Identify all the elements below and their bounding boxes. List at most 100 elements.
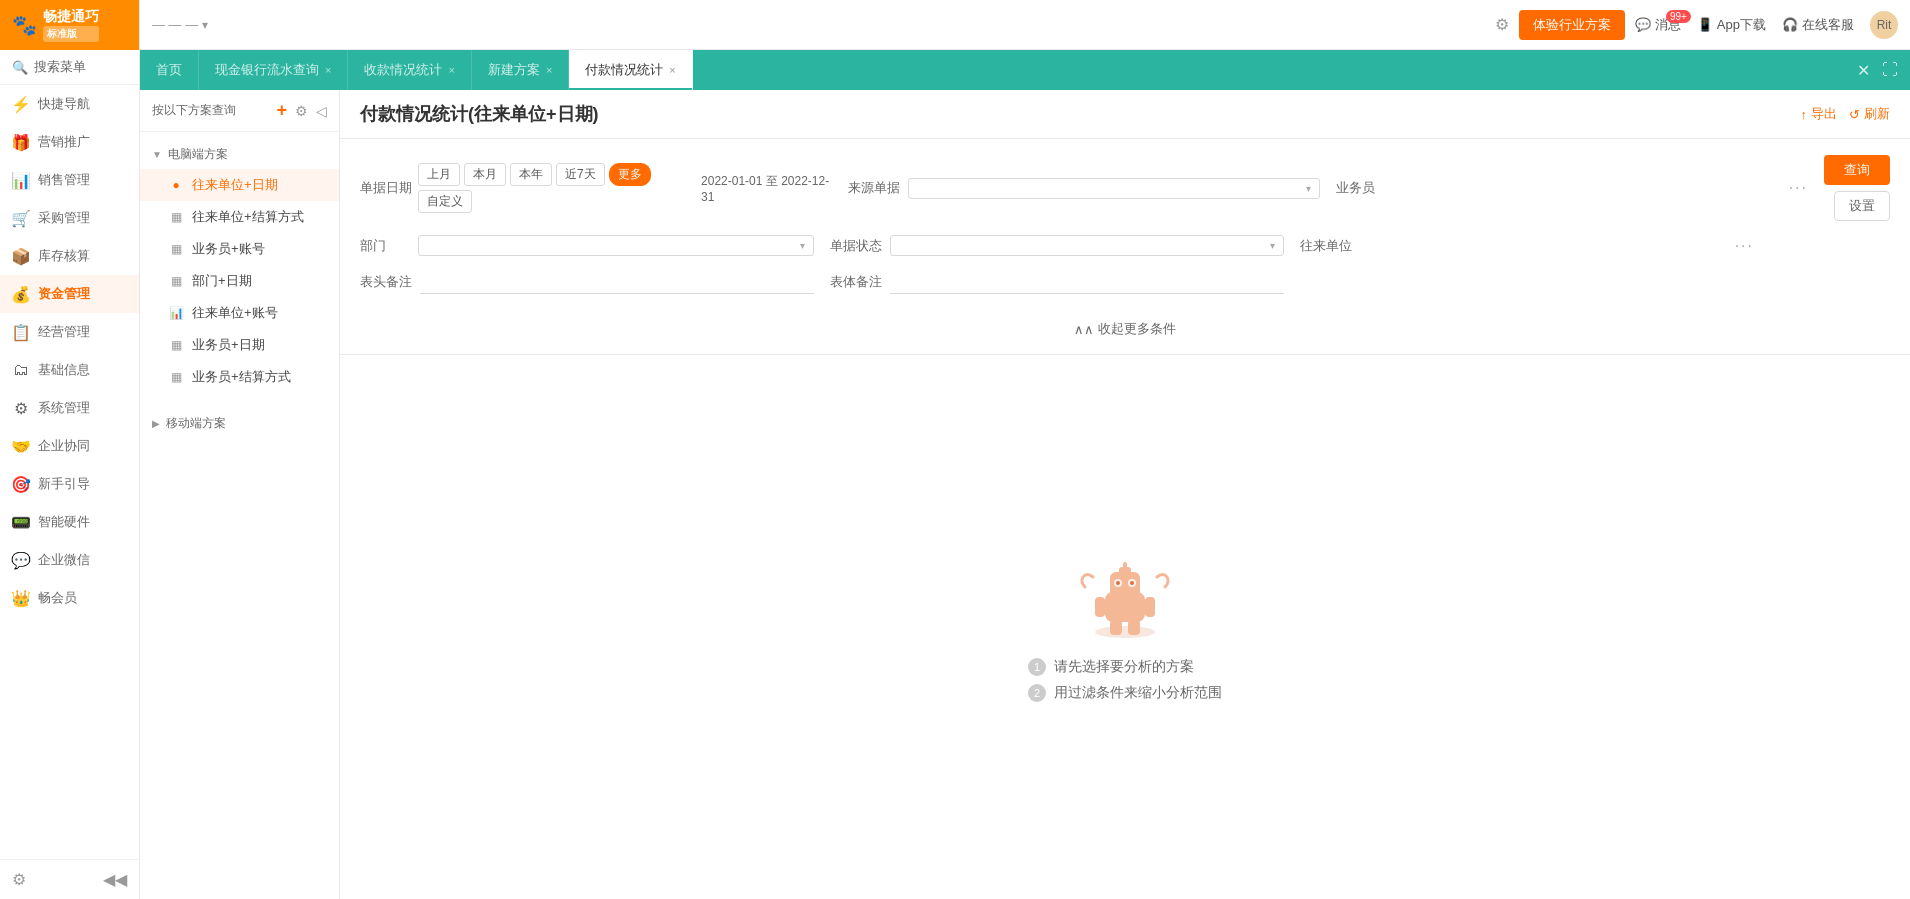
date-btn-this-month[interactable]: 本月 xyxy=(464,163,506,186)
tab-close-all-icon[interactable]: ✕ xyxy=(1857,61,1870,80)
scheme-dept-date[interactable]: ▦ 部门+日期 xyxy=(140,265,339,297)
scheme-collapse-icon[interactable]: ◁ xyxy=(316,103,327,119)
export-icon: ↑ xyxy=(1801,107,1808,122)
tab-new-plan-close[interactable]: × xyxy=(546,64,552,76)
topbar-gear-icon[interactable]: ⚙ xyxy=(1495,15,1509,34)
sidebar-item-basic[interactable]: 🗂 基础信息 xyxy=(0,351,139,389)
online-service-button[interactable]: 🎧 在线客服 xyxy=(1782,16,1854,34)
tab-payment[interactable]: 付款情况统计 × xyxy=(569,50,692,90)
collapse-sidebar-icon[interactable]: ◀◀ xyxy=(103,870,127,889)
desktop-group-arrow: ▼ xyxy=(152,149,162,160)
tab-receivable-label: 收款情况统计 xyxy=(364,61,442,79)
sidebar-item-system[interactable]: ⚙ 系统管理 xyxy=(0,389,139,427)
sidebar-item-label: 畅会员 xyxy=(38,589,77,607)
tab-receivable[interactable]: 收款情况统计 × xyxy=(348,50,471,90)
tab-receivable-close[interactable]: × xyxy=(448,64,454,76)
export-button[interactable]: ↑ 导出 xyxy=(1801,105,1838,123)
collapse-btn-area: ∧∧ 收起更多条件 xyxy=(360,308,1890,338)
tab-new-plan-label: 新建方案 xyxy=(488,61,540,79)
header-note-input[interactable] xyxy=(420,270,814,294)
voucher-select[interactable]: ▾ xyxy=(890,235,1284,256)
main-area: — — — ▾ ⚙ 体验行业方案 💬 消息 99+ 📱 App下载 🎧 在线客服… xyxy=(140,0,1910,899)
message-badge: 99+ xyxy=(1666,10,1691,23)
sidebar-item-hardware[interactable]: 📟 智能硬件 xyxy=(0,503,139,541)
tab-home[interactable]: 首页 xyxy=(140,50,199,90)
mobile-group-toggle[interactable]: ▶ 移动端方案 xyxy=(140,409,339,438)
empty-tip-1-text: 请先选择要分析的方案 xyxy=(1054,658,1194,676)
sidebar-item-finance[interactable]: 💰 资金管理 xyxy=(0,275,139,313)
settings-icon[interactable]: ⚙ xyxy=(12,870,26,889)
message-button[interactable]: 💬 消息 99+ xyxy=(1635,16,1681,34)
tab-bank-flow-close[interactable]: × xyxy=(325,64,331,76)
collapse-filter-button[interactable]: ∧∧ 收起更多条件 xyxy=(1074,320,1176,338)
scheme-settings-icon[interactable]: ⚙ xyxy=(295,103,308,119)
partner-dots-menu[interactable]: ··· xyxy=(1735,237,1754,255)
scheme-partner-date[interactable]: ● 往来单位+日期 xyxy=(140,169,339,201)
scheme-staff-account[interactable]: ▦ 业务员+账号 xyxy=(140,233,339,265)
system-icon: ⚙ xyxy=(12,399,30,417)
sidebar: 🐾 畅捷通巧 标准版 🔍 搜索菜单 ⚡ 快捷导航 🎁 营销推广 📊 销售管理 🛒… xyxy=(0,0,140,899)
sidebar-item-marketing[interactable]: 🎁 营销推广 xyxy=(0,123,139,161)
date-label: 单据日期 xyxy=(360,179,410,197)
scheme-staff-settle[interactable]: ▦ 业务员+结算方式 xyxy=(140,361,339,393)
sidebar-item-wechat[interactable]: 💬 企业微信 xyxy=(0,541,139,579)
add-scheme-button[interactable]: + xyxy=(276,100,287,121)
query-button[interactable]: 查询 xyxy=(1824,155,1890,185)
filter-body-note-col: 表体备注 xyxy=(830,270,1284,294)
sidebar-item-label: 企业协同 xyxy=(38,437,90,455)
service-icon: 🎧 xyxy=(1782,17,1798,32)
tab-expand-icon[interactable]: ⛶ xyxy=(1882,61,1898,79)
dept-select[interactable]: ▾ xyxy=(418,235,814,256)
sidebar-item-guide[interactable]: 🎯 新手引导 xyxy=(0,465,139,503)
date-btn-custom[interactable]: 自定义 xyxy=(418,190,472,213)
sidebar-item-vip[interactable]: 👑 畅会员 xyxy=(0,579,139,617)
tab-payment-close[interactable]: × xyxy=(669,64,675,76)
sidebar-item-quick-nav[interactable]: ⚡ 快捷导航 xyxy=(0,85,139,123)
staff-dots-menu[interactable]: ··· xyxy=(1789,179,1808,197)
sidebar-item-label: 企业微信 xyxy=(38,551,90,569)
date-btn-7days[interactable]: 近7天 xyxy=(556,163,605,186)
user-avatar[interactable]: Rit xyxy=(1870,11,1898,39)
app-download-button[interactable]: 📱 App下载 xyxy=(1697,16,1766,34)
date-btn-last-month[interactable]: 上月 xyxy=(418,163,460,186)
scheme-dept-date-label: 部门+日期 xyxy=(192,272,252,290)
scheme-partner-settle[interactable]: ▦ 往来单位+结算方式 xyxy=(140,201,339,233)
desktop-group-toggle[interactable]: ▼ 电脑端方案 xyxy=(140,140,339,169)
filter-area: 单据日期 上月 本月 本年 近7天 更多 自定义 2022-01-01 至 20… xyxy=(340,139,1910,355)
scheme-query-label: 按以下方案查询 xyxy=(152,102,236,119)
trial-button[interactable]: 体验行业方案 xyxy=(1519,10,1625,40)
empty-state: 1 请先选择要分析的方案 2 用过滤条件来缩小分析范围 xyxy=(1028,552,1222,702)
refresh-button[interactable]: ↺ 刷新 xyxy=(1849,105,1890,123)
logo-text: 畅捷通巧 xyxy=(43,8,99,26)
sidebar-item-enterprise[interactable]: 🤝 企业协同 xyxy=(0,427,139,465)
sidebar-item-label: 系统管理 xyxy=(38,399,90,417)
page-title: 付款情况统计(往来单位+日期) xyxy=(360,102,599,126)
sidebar-nav: ⚡ 快捷导航 🎁 营销推广 📊 销售管理 🛒 采购管理 📦 库存核算 💰 资金管… xyxy=(0,85,139,859)
scheme-panel-icons: + ⚙ ◁ xyxy=(276,100,327,121)
svg-rect-8 xyxy=(1123,562,1127,568)
tab-bank-flow[interactable]: 现金银行流水查询 × xyxy=(199,50,348,90)
scheme-staff-settle-label: 业务员+结算方式 xyxy=(192,368,291,386)
search-menu[interactable]: 🔍 搜索菜单 xyxy=(0,50,139,85)
sidebar-item-inventory[interactable]: 📦 库存核算 xyxy=(0,237,139,275)
scheme-partner-settle-label: 往来单位+结算方式 xyxy=(192,208,304,226)
date-btn-this-year[interactable]: 本年 xyxy=(510,163,552,186)
settings-button[interactable]: 设置 xyxy=(1834,191,1890,221)
body-note-input[interactable] xyxy=(890,270,1284,294)
scheme-staff-date[interactable]: ▦ 业务员+日期 xyxy=(140,329,339,361)
svg-rect-9 xyxy=(1095,597,1105,617)
sidebar-item-operations[interactable]: 📋 经营管理 xyxy=(0,313,139,351)
service-label: 在线客服 xyxy=(1802,16,1854,34)
filter-row-3: 表头备注 表体备注 xyxy=(360,270,1890,294)
date-btn-more[interactable]: 更多 xyxy=(609,163,651,186)
scheme-partner-account[interactable]: 📊 往来单位+账号 xyxy=(140,297,339,329)
sidebar-item-purchase[interactable]: 🛒 采购管理 xyxy=(0,199,139,237)
sidebar-item-label: 营销推广 xyxy=(38,133,90,151)
sidebar-item-sales[interactable]: 📊 销售管理 xyxy=(0,161,139,199)
tab-new-plan[interactable]: 新建方案 × xyxy=(472,50,569,90)
scheme-staff-settle-icon: ▦ xyxy=(168,369,184,385)
page-header: 付款情况统计(往来单位+日期) ↑ 导出 ↺ 刷新 xyxy=(340,90,1910,139)
tab-home-label: 首页 xyxy=(156,61,182,79)
scheme-partner-account-label: 往来单位+账号 xyxy=(192,304,278,322)
source-select[interactable]: ▾ xyxy=(908,178,1320,199)
